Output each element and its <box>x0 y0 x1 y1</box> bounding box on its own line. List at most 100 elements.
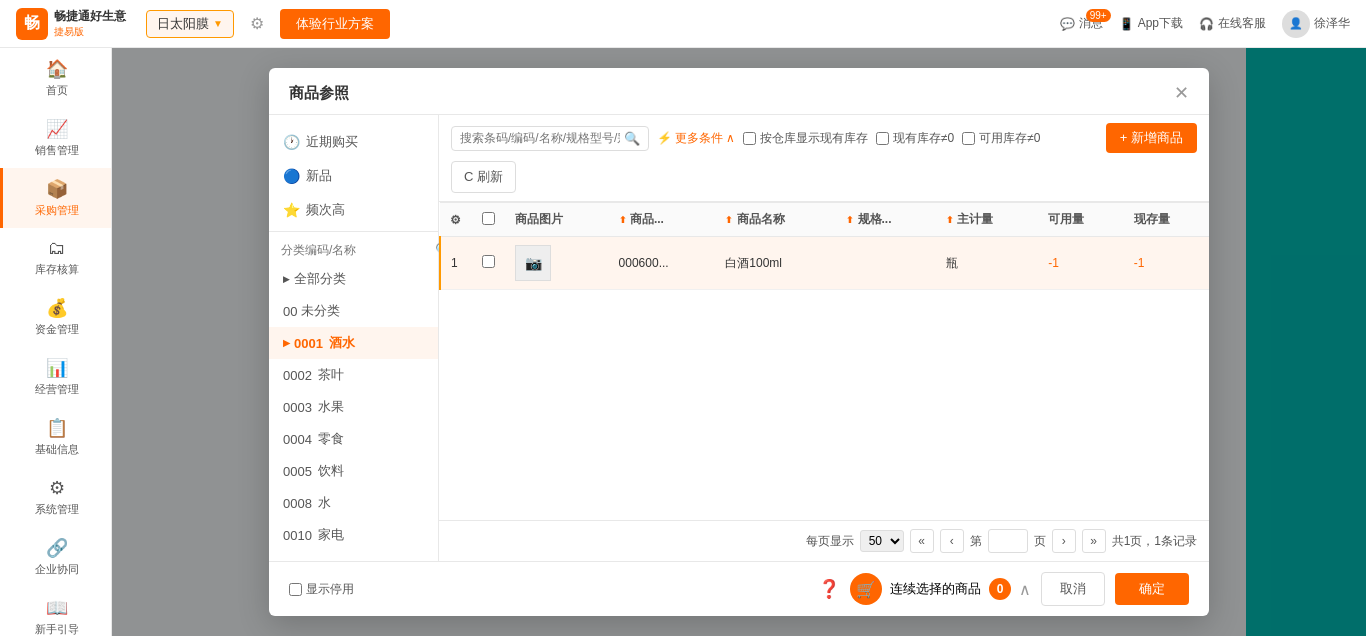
app-download[interactable]: 📱 App下载 <box>1119 15 1183 32</box>
category-0005-name: 饮料 <box>318 462 344 480</box>
per-page-select[interactable]: 50 <box>860 530 904 552</box>
col-spec[interactable]: ⬆ 规格... <box>836 203 936 237</box>
product-search-icon[interactable]: 🔍 <box>624 131 640 146</box>
right-panel: 🔍 ⚡ 更多条件 ∧ 按仓库显示现有库存 <box>439 115 1209 561</box>
category-0002-code: 0002 <box>283 368 312 383</box>
cart-collapse-icon[interactable]: ∧ <box>1019 580 1031 599</box>
check-warehouse-input[interactable] <box>743 132 756 145</box>
more-filter-button[interactable]: ⚡ 更多条件 ∧ <box>657 130 735 147</box>
product-table-area: ⚙ 商品图片 ⬆ 商品... <box>439 202 1209 520</box>
modal-body: 🕐 近期购买 🔵 新品 ⭐ 频次高 <box>269 115 1209 561</box>
row-unit: 瓶 <box>936 237 1039 290</box>
sidebar-item-operations[interactable]: 📊 经营管理 <box>0 347 111 407</box>
category-item-0004[interactable]: 0004 零食 <box>269 423 438 455</box>
category-item-0008[interactable]: 0008 水 <box>269 487 438 519</box>
avatar: 👤 <box>1282 10 1310 38</box>
system-icon: ⚙ <box>49 477 65 499</box>
sidebar-item-basic-info[interactable]: 📋 基础信息 <box>0 407 111 467</box>
modal-close-button[interactable]: ✕ <box>1174 82 1189 104</box>
page-prev-button[interactable]: ‹ <box>940 529 964 553</box>
sidebar-item-purchase[interactable]: 📦 采购管理 <box>0 168 111 228</box>
finance-icon: 💰 <box>46 297 68 319</box>
divider <box>269 231 438 232</box>
sidebar-item-finance[interactable]: 💰 资金管理 <box>0 287 111 347</box>
inventory-icon: 🗂 <box>48 238 66 259</box>
check-warehouse-label[interactable]: 按仓库显示现有库存 <box>743 130 868 147</box>
page-last-button[interactable]: » <box>1082 529 1106 553</box>
sidebar-item-inventory[interactable]: 🗂 库存核算 <box>0 228 111 287</box>
page-next-button[interactable]: › <box>1052 529 1076 553</box>
table-row[interactable]: 1 📷 000600... 白酒100ml 瓶 <box>440 237 1209 290</box>
sidebar-item-inventory-label: 库存核算 <box>35 262 79 277</box>
category-item-all[interactable]: ▶ 全部分类 <box>269 263 438 295</box>
category-item-0002[interactable]: 0002 茶叶 <box>269 359 438 391</box>
category-item-0001[interactable]: ▶ 0001 酒水 <box>269 327 438 359</box>
category-search-input[interactable] <box>281 243 431 257</box>
enterprise-icon: 🔗 <box>46 537 68 559</box>
page-number-input[interactable]: 1 <box>988 529 1028 553</box>
recent-purchase-item[interactable]: 🕐 近期购买 <box>269 125 438 159</box>
check-available-input[interactable] <box>962 132 975 145</box>
message-icon: 💬 <box>1060 17 1075 31</box>
gear-icon[interactable]: ⚙ <box>246 10 268 37</box>
show-disabled-input[interactable] <box>289 583 302 596</box>
phone-icon: 📱 <box>1119 17 1134 31</box>
col-name-label: 商品名称 <box>737 212 785 226</box>
select-all-checkbox[interactable] <box>482 212 495 225</box>
check-available-label[interactable]: 可用库存≠0 <box>962 130 1040 147</box>
category-item-00[interactable]: 00 未分类 <box>269 295 438 327</box>
message-badge[interactable]: 💬 消息 99+ <box>1060 15 1103 32</box>
product-thumbnail: 📷 <box>515 245 551 281</box>
cancel-button[interactable]: 取消 <box>1041 572 1105 606</box>
table-header-row: ⚙ 商品图片 ⬆ 商品... <box>440 203 1209 237</box>
refresh-button[interactable]: C 刷新 <box>451 161 516 193</box>
online-service[interactable]: 🎧 在线客服 <box>1199 15 1266 32</box>
category-0008-name: 水 <box>318 494 331 512</box>
pagination-bar: 每页显示 50 « ‹ 第 1 页 › » 共1页，1条记录 <box>439 520 1209 561</box>
sidebar-item-sales[interactable]: 📈 销售管理 <box>0 108 111 168</box>
check-stock-label[interactable]: 现有库存≠0 <box>876 130 954 147</box>
col-stock-label: 现存量 <box>1134 212 1170 226</box>
confirm-button[interactable]: 确定 <box>1115 573 1189 605</box>
experience-button[interactable]: 体验行业方案 <box>280 9 390 39</box>
help-icon[interactable]: ❓ <box>818 578 840 600</box>
content-area: 商品参照 ✕ 🕐 近期购买 🔵 新品 <box>112 48 1366 636</box>
page-label: 第 <box>970 533 982 550</box>
cart-count-badge: 0 <box>989 578 1011 600</box>
col-code[interactable]: ⬆ 商品... <box>609 203 716 237</box>
sort-unit-icon: ⬆ <box>946 215 954 225</box>
category-0010-code: 0010 <box>283 528 312 543</box>
category-item-0010[interactable]: 0010 家电 <box>269 519 438 551</box>
col-settings[interactable]: ⚙ <box>440 203 472 237</box>
col-stock[interactable]: 现存量 <box>1124 203 1209 237</box>
nav-dropdown[interactable]: 日太阳膜 ▼ <box>146 10 234 38</box>
page-first-button[interactable]: « <box>910 529 934 553</box>
user-area[interactable]: 👤 徐泽华 <box>1282 10 1350 38</box>
sidebar-item-system[interactable]: ⚙ 系统管理 <box>0 467 111 527</box>
frequent-item[interactable]: ⭐ 频次高 <box>269 193 438 227</box>
cart-icon-button[interactable]: 🛒 <box>850 573 882 605</box>
cart-label: 连续选择的商品 <box>890 580 981 598</box>
sort-icon: ⬆ <box>619 215 627 225</box>
category-item-0003[interactable]: 0003 水果 <box>269 391 438 423</box>
sidebar-item-ops-label: 经营管理 <box>35 382 79 397</box>
add-product-button[interactable]: + 新增商品 <box>1106 123 1197 153</box>
filter-icon: ⚡ <box>657 131 672 145</box>
new-product-item[interactable]: 🔵 新品 <box>269 159 438 193</box>
col-name[interactable]: ⬆ 商品名称 <box>715 203 836 237</box>
col-code-label: 商品... <box>630 212 664 226</box>
row-checkbox[interactable] <box>482 255 495 268</box>
modal-footer: 显示停用 ❓ 🛒 连续选择的商品 0 ∧ 取消 确定 <box>269 561 1209 616</box>
col-available[interactable]: 可用量 <box>1038 203 1123 237</box>
col-available-label: 可用量 <box>1048 212 1084 226</box>
check-stock-input[interactable] <box>876 132 889 145</box>
col-unit[interactable]: ⬆ 主计量 <box>936 203 1039 237</box>
product-search-input[interactable] <box>460 131 620 145</box>
sidebar-item-guide[interactable]: 📖 新手引导 <box>0 587 111 636</box>
sidebar-item-enterprise[interactable]: 🔗 企业协同 <box>0 527 111 587</box>
page-suffix: 页 <box>1034 533 1046 550</box>
category-0001-name: 酒水 <box>329 334 355 352</box>
category-item-0005[interactable]: 0005 饮料 <box>269 455 438 487</box>
sidebar-item-home[interactable]: 🏠 首页 <box>0 48 111 108</box>
show-disabled-checkbox[interactable]: 显示停用 <box>289 581 354 598</box>
